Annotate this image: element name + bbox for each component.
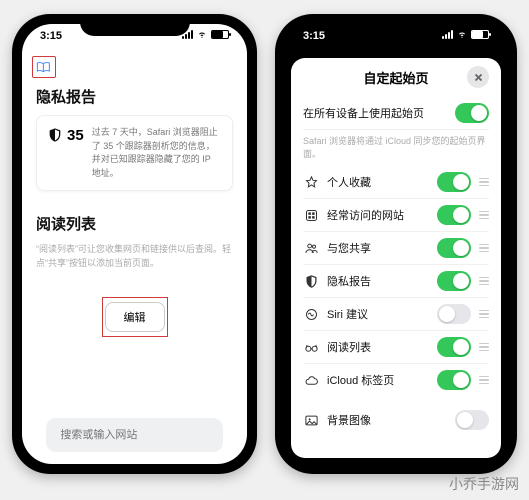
bookmarks-button[interactable] <box>32 56 56 78</box>
drag-handle-icon[interactable] <box>479 310 489 319</box>
settings-row-label: 隐私报告 <box>327 273 429 289</box>
sheet-title: 自定起始页 <box>363 68 428 87</box>
settings-row-people: 与您共享 <box>303 232 489 265</box>
settings-row-cloud: iCloud 标签页 <box>303 364 489 396</box>
clock-icon <box>303 207 319 223</box>
drag-handle-icon[interactable] <box>479 211 489 220</box>
settings-row-label: iCloud 标签页 <box>327 372 429 388</box>
watermark-text: 小乔手游网 <box>449 474 519 494</box>
settings-row-label: 阅读列表 <box>327 339 429 355</box>
drag-handle-icon[interactable] <box>479 376 489 385</box>
wifi-icon <box>456 30 468 39</box>
status-time: 3:15 <box>303 30 325 42</box>
toggle-cloud[interactable] <box>437 370 471 390</box>
siri-icon <box>303 306 319 322</box>
use-on-all-devices-row: 在所有设备上使用起始页 <box>303 97 489 130</box>
toggle-siri[interactable] <box>437 304 471 324</box>
background-image-toggle[interactable] <box>455 410 489 430</box>
toggle-people[interactable] <box>437 238 471 258</box>
settings-row-label: Siri 建议 <box>327 306 429 322</box>
star-icon <box>303 174 319 190</box>
use-on-all-devices-label: 在所有设备上使用起始页 <box>303 105 447 121</box>
settings-row-glasses: 阅读列表 <box>303 331 489 364</box>
toggle-glasses[interactable] <box>437 337 471 357</box>
battery-icon <box>471 30 489 39</box>
use-on-all-devices-toggle[interactable] <box>455 103 489 123</box>
image-icon <box>303 412 319 428</box>
glasses-icon <box>303 339 319 355</box>
settings-row-siri: Siri 建议 <box>303 298 489 331</box>
toggle-shield[interactable] <box>437 271 471 291</box>
reading-list-title: 阅读列表 <box>36 213 233 234</box>
search-input[interactable] <box>60 429 202 441</box>
notch <box>341 14 451 36</box>
tracker-count: 35 <box>67 127 84 144</box>
cloud-icon <box>303 372 319 388</box>
settings-row-label: 个人收藏 <box>327 174 429 190</box>
reading-list-hint: “阅读列表”可让您收集网页和链接供以后查阅。轻点“共享”按钮以添加当前页面。 <box>36 242 233 271</box>
toggle-clock[interactable] <box>437 205 471 225</box>
settings-row-shield: 隐私报告 <box>303 265 489 298</box>
search-bar[interactable] <box>46 418 223 452</box>
privacy-report-title: 隐私报告 <box>36 86 233 107</box>
edit-button[interactable]: 编辑 <box>105 302 165 332</box>
phone-right: 3:15 自定起始页 在所有设备上使用起始页 <box>275 14 517 474</box>
drag-handle-icon[interactable] <box>479 244 489 253</box>
close-icon <box>474 73 483 82</box>
drag-handle-icon[interactable] <box>479 343 489 352</box>
shield-icon <box>47 126 63 144</box>
toggle-star[interactable] <box>437 172 471 192</box>
wifi-icon <box>196 30 208 39</box>
privacy-report-text: 过去 7 天中，Safari 浏览器阻止了 35 个跟踪器剖析您的信息，并对已知… <box>92 126 222 180</box>
privacy-report-card[interactable]: 35 过去 7 天中，Safari 浏览器阻止了 35 个跟踪器剖析您的信息，并… <box>36 115 233 191</box>
close-button[interactable] <box>467 66 489 88</box>
battery-icon <box>211 30 229 39</box>
reading-list-section: 阅读列表 “阅读列表”可让您收集网页和链接供以后查阅。轻点“共享”按钮以添加当前… <box>36 213 233 271</box>
edit-button-highlight: 编辑 <box>102 297 168 337</box>
book-icon <box>36 60 52 74</box>
settings-row-label: 与您共享 <box>327 240 429 256</box>
shield-icon <box>303 273 319 289</box>
background-image-row: 背景图像 <box>303 404 489 436</box>
drag-handle-icon[interactable] <box>479 178 489 187</box>
settings-row-label: 经常访问的网站 <box>327 207 429 223</box>
background-image-label: 背景图像 <box>327 412 447 428</box>
people-icon <box>303 240 319 256</box>
drag-handle-icon[interactable] <box>479 277 489 286</box>
privacy-report-section: 隐私报告 35 过去 7 天中，Safari 浏览器阻止了 35 个跟踪器剖析您… <box>36 86 233 191</box>
status-time: 3:15 <box>40 30 62 42</box>
settings-row-clock: 经常访问的网站 <box>303 199 489 232</box>
notch <box>80 14 190 36</box>
phone-left: 3:15 隐私报告 35 <box>12 14 257 474</box>
settings-row-star: 个人收藏 <box>303 166 489 199</box>
sync-subtext: Safari 浏览器将通过 iCloud 同步您的起始页界面。 <box>303 134 489 160</box>
customize-start-page-sheet: 自定起始页 在所有设备上使用起始页 Safari 浏览器将通过 iCloud 同… <box>291 58 501 458</box>
